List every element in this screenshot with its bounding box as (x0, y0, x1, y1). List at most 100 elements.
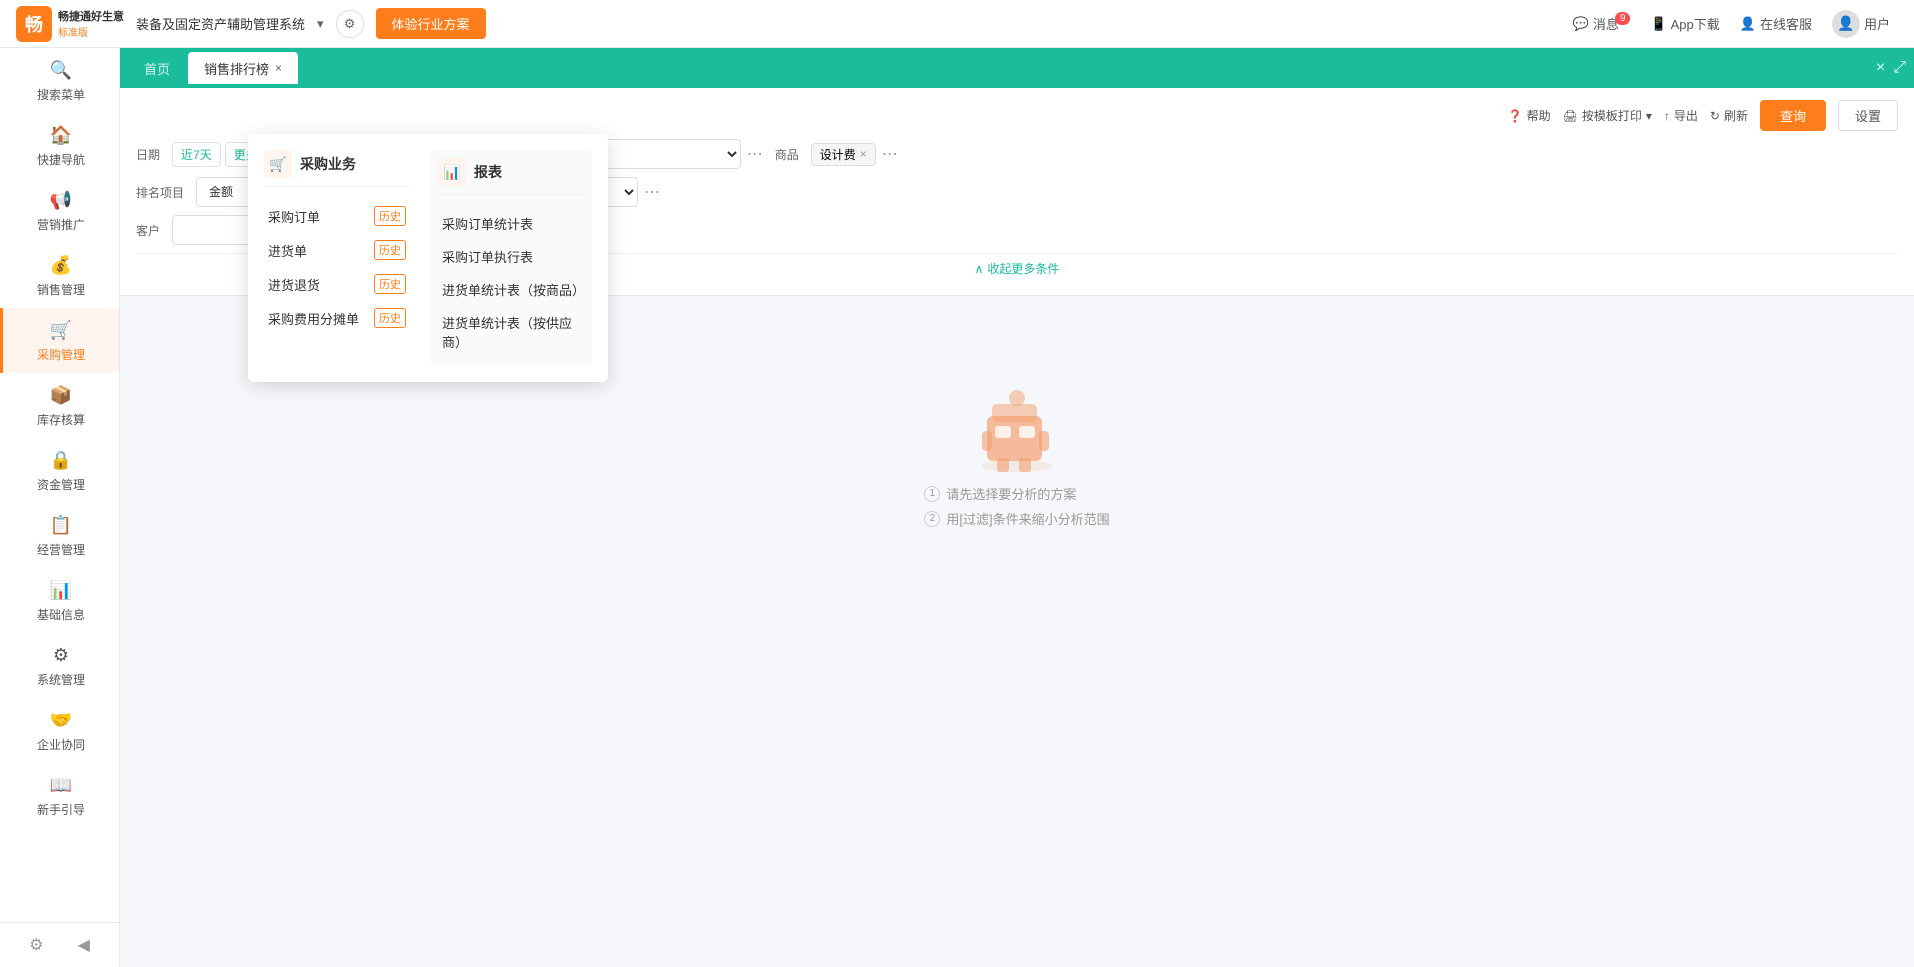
sidebar-item-label: 系统管理 (37, 671, 85, 688)
industry-button[interactable]: 体验行业方案 (376, 8, 486, 39)
online-service-button[interactable]: 👤 在线客服 (1740, 14, 1812, 33)
message-badge: 9 (1615, 12, 1631, 25)
sidebar-item-label: 资金管理 (37, 476, 85, 493)
sidebar-item-operation[interactable]: 📋 经营管理 (0, 503, 119, 568)
marketing-icon: 📢 (49, 188, 73, 212)
sidebar-item-label: 企业协同 (37, 736, 85, 753)
system-icon: ⚙ (49, 643, 73, 667)
customer-label: 客户 (136, 222, 160, 239)
purchase-col-title: 采购业务 (300, 154, 356, 174)
refresh-button[interactable]: ↻ 刷新 (1710, 107, 1748, 124)
date-quick-7days[interactable]: 近7天 (172, 142, 221, 167)
sidebar: 🔍 搜索菜单 🏠 快捷导航 📢 营销推广 💰 销售管理 🛒 采购管理 📦 库存核… (0, 48, 120, 967)
sidebar-item-label: 新手引导 (37, 801, 85, 818)
reports-col-icon: 📊 (438, 158, 466, 186)
reports-col: 📊 报表 采购订单统计表 采购订单执行表 进货单统计表（按商品） 进货单统计表（… (430, 150, 592, 366)
export-icon: ↑ (1664, 109, 1670, 123)
step-1-text: 请先选择要分析的方案 (946, 484, 1076, 503)
sidebar-item-sales[interactable]: 💰 销售管理 (0, 243, 119, 308)
print-dropdown-icon: ▾ (1646, 109, 1652, 123)
sidebar-item-guide[interactable]: 📖 新手引导 (0, 763, 119, 828)
purchase-icon: 🛒 (49, 318, 73, 342)
sidebar-item-label: 快捷导航 (37, 151, 85, 168)
basic-info-icon: 📊 (49, 578, 73, 602)
help-icon: ❓ (1508, 109, 1523, 123)
tab-expand-button[interactable]: ⤢ (1893, 59, 1906, 77)
history-tag-inbound: 历史 (374, 240, 406, 260)
dropdown-item-return[interactable]: 进货退货 历史 (264, 267, 410, 301)
dropdown-item-inbound-stats-supplier[interactable]: 进货单统计表（按供应商） (438, 306, 584, 358)
user-menu-button[interactable]: 👤 用户 (1832, 10, 1890, 38)
tab-home[interactable]: 首页 (128, 52, 186, 84)
dropdown-item-order-stats[interactable]: 采购订单统计表 (438, 207, 584, 240)
sidebar-item-basic-info[interactable]: 📊 基础信息 (0, 568, 119, 633)
sidebar-item-purchase[interactable]: 🛒 采购管理 (0, 308, 119, 373)
sales-icon: 💰 (49, 253, 73, 277)
sidebar-bottom: ⚙ ◀ (0, 922, 119, 967)
history-tag-expense: 历史 (374, 308, 406, 328)
system-title: 装备及固定资产辅助管理系统 (136, 14, 305, 33)
sidebar-item-enterprise[interactable]: 🤝 企业协同 (0, 698, 119, 763)
app-download-button[interactable]: 📱 App下载 (1650, 14, 1719, 33)
sidebar-item-label: 库存核算 (37, 411, 85, 428)
sidebar-item-search-menu[interactable]: 🔍 搜索菜单 (0, 48, 119, 113)
print-icon: 🖨 (1563, 109, 1578, 123)
empty-text-list: 1 请先选择要分析的方案 2 用[过滤]条件来缩小分析范围 (924, 484, 1109, 534)
query-button[interactable]: 查询 (1760, 100, 1826, 131)
sidebar-item-label: 营销推广 (37, 216, 85, 233)
quick-nav-icon: 🏠 (49, 123, 73, 147)
sidebar-settings-button[interactable]: ⚙ (29, 935, 43, 955)
goods-tag: 设计费 × (811, 143, 876, 166)
dropdown-item-expense[interactable]: 采购费用分摊单 历史 (264, 301, 410, 335)
history-tag-purchase-order: 历史 (374, 206, 406, 226)
search-menu-icon: 🔍 (49, 58, 73, 82)
message-icon: 💬 (1573, 16, 1589, 32)
purchase-business-col: 🛒 采购业务 采购订单 历史 进货单 历史 进货退货 历史 (264, 150, 410, 366)
sidebar-collapse-button[interactable]: ◀ (78, 935, 90, 955)
finance-icon: 🔒 (49, 448, 73, 472)
tab-right-buttons: × ⤢ (1876, 59, 1906, 77)
sidebar-item-quick-nav[interactable]: 🏠 快捷导航 (0, 113, 119, 178)
salesperson-more-button[interactable]: ⋯ (644, 182, 660, 202)
sidebar-item-label: 采购管理 (37, 346, 85, 363)
goods-tag-close[interactable]: × (860, 147, 867, 161)
history-tag-return: 历史 (374, 274, 406, 294)
sidebar-item-system[interactable]: ⚙ 系统管理 (0, 633, 119, 698)
tab-sales-ranking[interactable]: 销售排行榜 × (188, 52, 298, 84)
sidebar-item-label: 销售管理 (37, 281, 85, 298)
inventory-icon: 📦 (49, 383, 73, 407)
operation-icon: 📋 (49, 513, 73, 537)
status-more-button[interactable]: ⋯ (747, 144, 763, 164)
header-right: 💬 消息 9 📱 App下载 👤 在线客服 👤 用户 (1573, 10, 1890, 38)
logo-icon: 畅 (16, 6, 52, 42)
settings-gear-button[interactable]: ⚙ (336, 10, 364, 38)
print-button[interactable]: 🖨 按模板打印 ▾ (1563, 107, 1652, 124)
goods-more-button[interactable]: ⋯ (882, 144, 898, 164)
empty-illustration (957, 376, 1077, 476)
message-button[interactable]: 💬 消息 9 (1573, 14, 1631, 33)
sidebar-item-marketing[interactable]: 📢 营销推广 (0, 178, 119, 243)
sidebar-item-inventory[interactable]: 📦 库存核算 (0, 373, 119, 438)
filter-toolbar: ❓ 帮助 🖨 按模板打印 ▾ ↑ 导出 ↻ 刷新 (136, 100, 1898, 131)
step-2-text: 用[过滤]条件来缩小分析范围 (946, 509, 1109, 528)
purchase-col-header: 🛒 采购业务 (264, 150, 410, 187)
app-icon: 📱 (1650, 16, 1666, 32)
purchase-dropdown-menu: 🛒 采购业务 采购订单 历史 进货单 历史 进货退货 历史 (248, 134, 608, 382)
content-area: 首页 销售排行榜 × × ⤢ ❓ 帮助 (120, 48, 1914, 967)
dropdown-item-purchase-order[interactable]: 采购订单 历史 (264, 199, 410, 233)
tab-close-button[interactable]: × (275, 61, 282, 75)
avatar: 👤 (1832, 10, 1860, 38)
dropdown-item-inbound[interactable]: 进货单 历史 (264, 233, 410, 267)
tab-minimize-button[interactable]: × (1876, 59, 1885, 77)
settings-button[interactable]: 设置 (1838, 100, 1898, 131)
sidebar-item-finance[interactable]: 🔒 资金管理 (0, 438, 119, 503)
dropdown-item-inbound-stats-goods[interactable]: 进货单统计表（按商品） (438, 273, 584, 306)
reports-col-title: 报表 (474, 162, 502, 182)
dropdown-item-order-exec[interactable]: 采购订单执行表 (438, 240, 584, 273)
system-title-dropdown[interactable]: ▾ (317, 16, 324, 32)
main-layout: 🔍 搜索菜单 🏠 快捷导航 📢 营销推广 💰 销售管理 🛒 采购管理 📦 库存核… (0, 48, 1914, 967)
export-button[interactable]: ↑ 导出 (1664, 107, 1698, 124)
help-button[interactable]: ❓ 帮助 (1508, 107, 1551, 124)
sidebar-item-label: 搜索菜单 (37, 86, 85, 103)
purchase-col-icon: 🛒 (264, 150, 292, 178)
